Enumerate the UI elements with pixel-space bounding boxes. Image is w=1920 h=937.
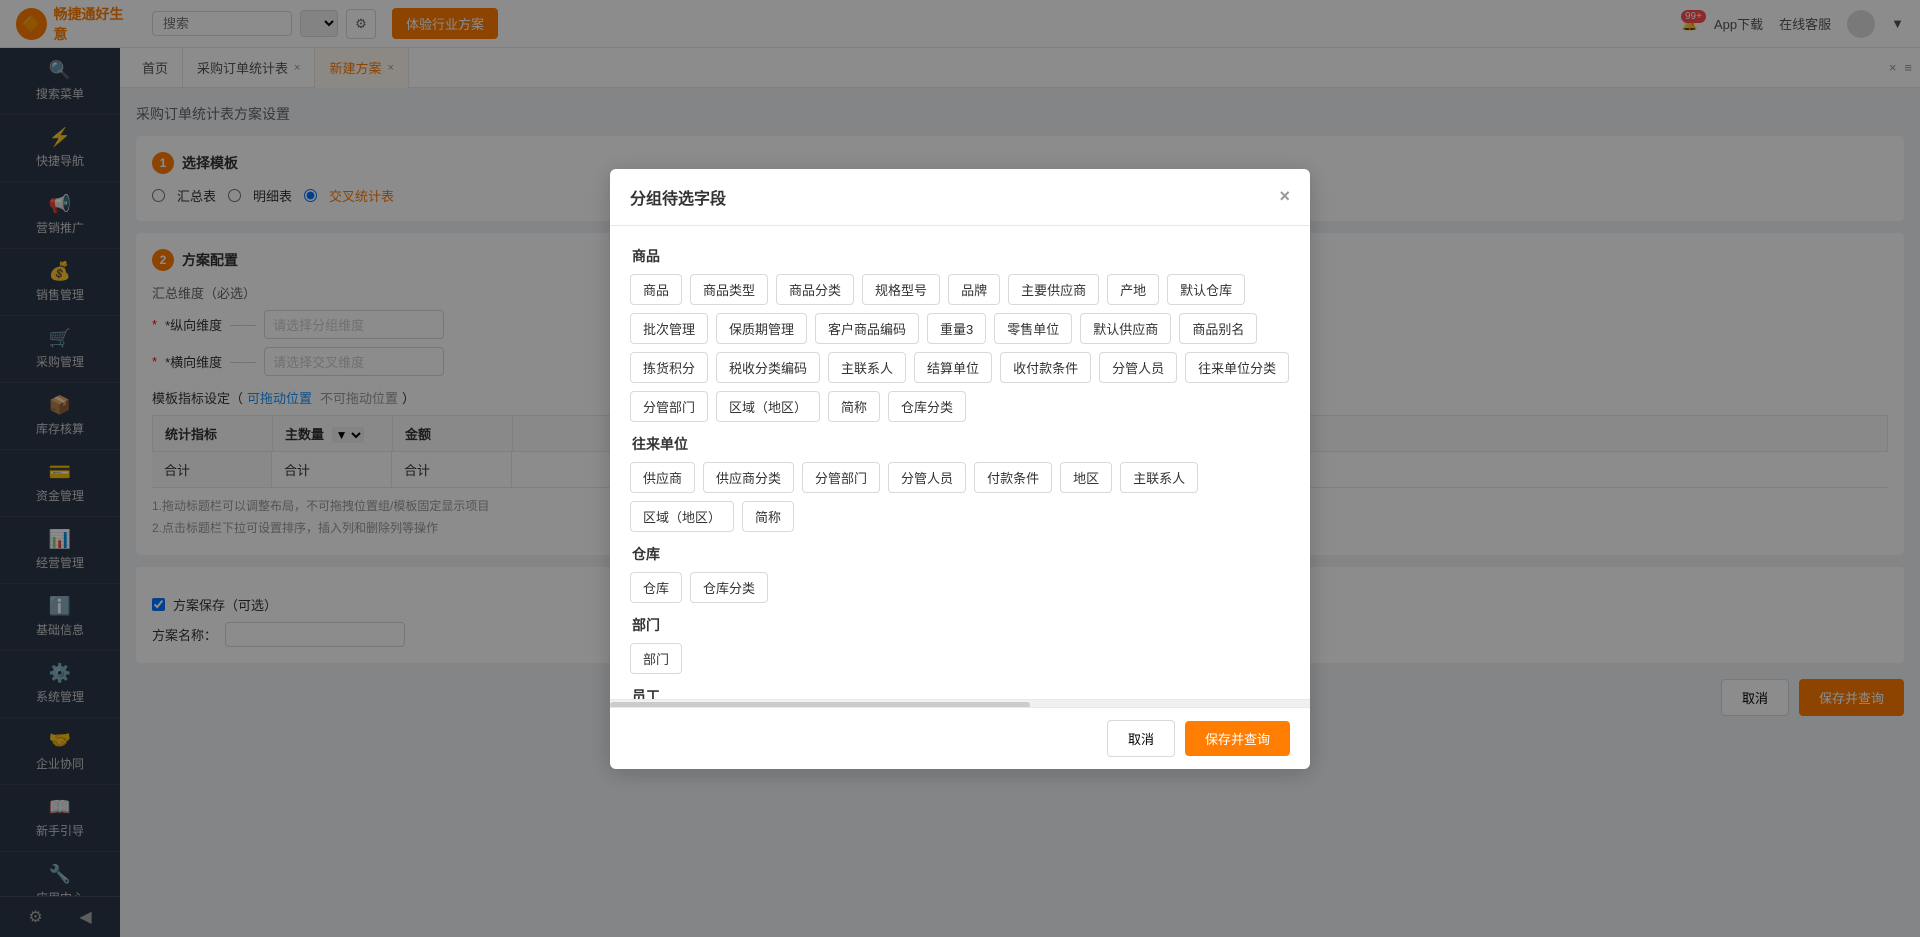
field-goods-type[interactable]: 商品类型 <box>690 274 768 305</box>
section-warehouse-title: 仓库 <box>630 544 1290 564</box>
field-origin[interactable]: 产地 <box>1107 274 1159 305</box>
field-region[interactable]: 地区 <box>1060 462 1112 493</box>
field-pay-terms[interactable]: 付款条件 <box>974 462 1052 493</box>
section-warehouse-fields: 仓库 仓库分类 <box>630 572 1290 603</box>
field-partner-manager[interactable]: 分管人员 <box>888 462 966 493</box>
section-dept-fields: 部门 <box>630 643 1290 674</box>
field-warehouse-cat[interactable]: 仓库分类 <box>888 391 966 422</box>
field-warehouse-category[interactable]: 仓库分类 <box>690 572 768 603</box>
field-main-supplier[interactable]: 主要供应商 <box>1008 274 1099 305</box>
field-settlement-unit[interactable]: 结算单位 <box>914 352 992 383</box>
field-weight[interactable]: 重量3 <box>927 313 986 344</box>
field-short-name[interactable]: 简称 <box>828 391 880 422</box>
field-supplier[interactable]: 供应商 <box>630 462 695 493</box>
section-goods-title: 商品 <box>630 246 1290 266</box>
modal-horizontal-scrollbar[interactable] <box>610 699 1310 706</box>
section-goods-fields: 商品 商品类型 商品分类 规格型号 品牌 主要供应商 产地 默认仓库 批次管理 … <box>630 274 1290 422</box>
modal-hscroll-thumb <box>610 702 1030 706</box>
field-default-warehouse[interactable]: 默认仓库 <box>1167 274 1245 305</box>
field-spec[interactable]: 规格型号 <box>862 274 940 305</box>
field-select-modal: 分组待选字段 × 商品 商品 商品类型 商品分类 规格型号 品牌 主要供应商 产… <box>610 169 1310 769</box>
field-manager[interactable]: 分管人员 <box>1099 352 1177 383</box>
field-main-contact[interactable]: 主联系人 <box>828 352 906 383</box>
section-dept-title: 部门 <box>630 615 1290 635</box>
section-employee-title: 员工 <box>630 686 1290 700</box>
field-short-name-partner[interactable]: 简称 <box>742 501 794 532</box>
field-region-area[interactable]: 区域（地区） <box>630 501 734 532</box>
field-dept[interactable]: 部门 <box>630 643 682 674</box>
field-customer-code[interactable]: 客户商品编码 <box>815 313 919 344</box>
field-goods[interactable]: 商品 <box>630 274 682 305</box>
field-region-goods[interactable]: 区域（地区） <box>716 391 820 422</box>
modal-overlay: 分组待选字段 × 商品 商品 商品类型 商品分类 规格型号 品牌 主要供应商 产… <box>0 0 1920 937</box>
section-partner-title: 往来单位 <box>630 434 1290 454</box>
modal-body: 商品 商品 商品类型 商品分类 规格型号 品牌 主要供应商 产地 默认仓库 批次… <box>610 226 1310 700</box>
field-retail-unit[interactable]: 零售单位 <box>994 313 1072 344</box>
field-brand[interactable]: 品牌 <box>948 274 1000 305</box>
modal-footer: 取消 保存并查询 <box>610 707 1310 769</box>
field-batch[interactable]: 批次管理 <box>630 313 708 344</box>
section-partner-fields: 供应商 供应商分类 分管部门 分管人员 付款条件 地区 主联系人 区域（地区） … <box>630 462 1290 532</box>
field-manage-dept[interactable]: 分管部门 <box>630 391 708 422</box>
modal-confirm-button[interactable]: 保存并查询 <box>1185 721 1290 756</box>
field-goods-category[interactable]: 商品分类 <box>776 274 854 305</box>
field-tax-code[interactable]: 税收分类编码 <box>716 352 820 383</box>
field-expiry[interactable]: 保质期管理 <box>716 313 807 344</box>
field-payment-terms[interactable]: 收付款条件 <box>1000 352 1091 383</box>
field-main-contact-partner[interactable]: 主联系人 <box>1120 462 1198 493</box>
modal-cancel-button[interactable]: 取消 <box>1107 720 1175 757</box>
field-pick-points[interactable]: 拣货积分 <box>630 352 708 383</box>
field-default-supplier[interactable]: 默认供应商 <box>1080 313 1171 344</box>
field-partner-category[interactable]: 往来单位分类 <box>1185 352 1289 383</box>
field-partner-dept[interactable]: 分管部门 <box>802 462 880 493</box>
field-alias[interactable]: 商品别名 <box>1179 313 1257 344</box>
modal-close-button[interactable]: × <box>1279 186 1290 207</box>
modal-title: 分组待选字段 <box>630 185 726 209</box>
field-warehouse[interactable]: 仓库 <box>630 572 682 603</box>
modal-header: 分组待选字段 × <box>610 169 1310 226</box>
field-supplier-cat[interactable]: 供应商分类 <box>703 462 794 493</box>
